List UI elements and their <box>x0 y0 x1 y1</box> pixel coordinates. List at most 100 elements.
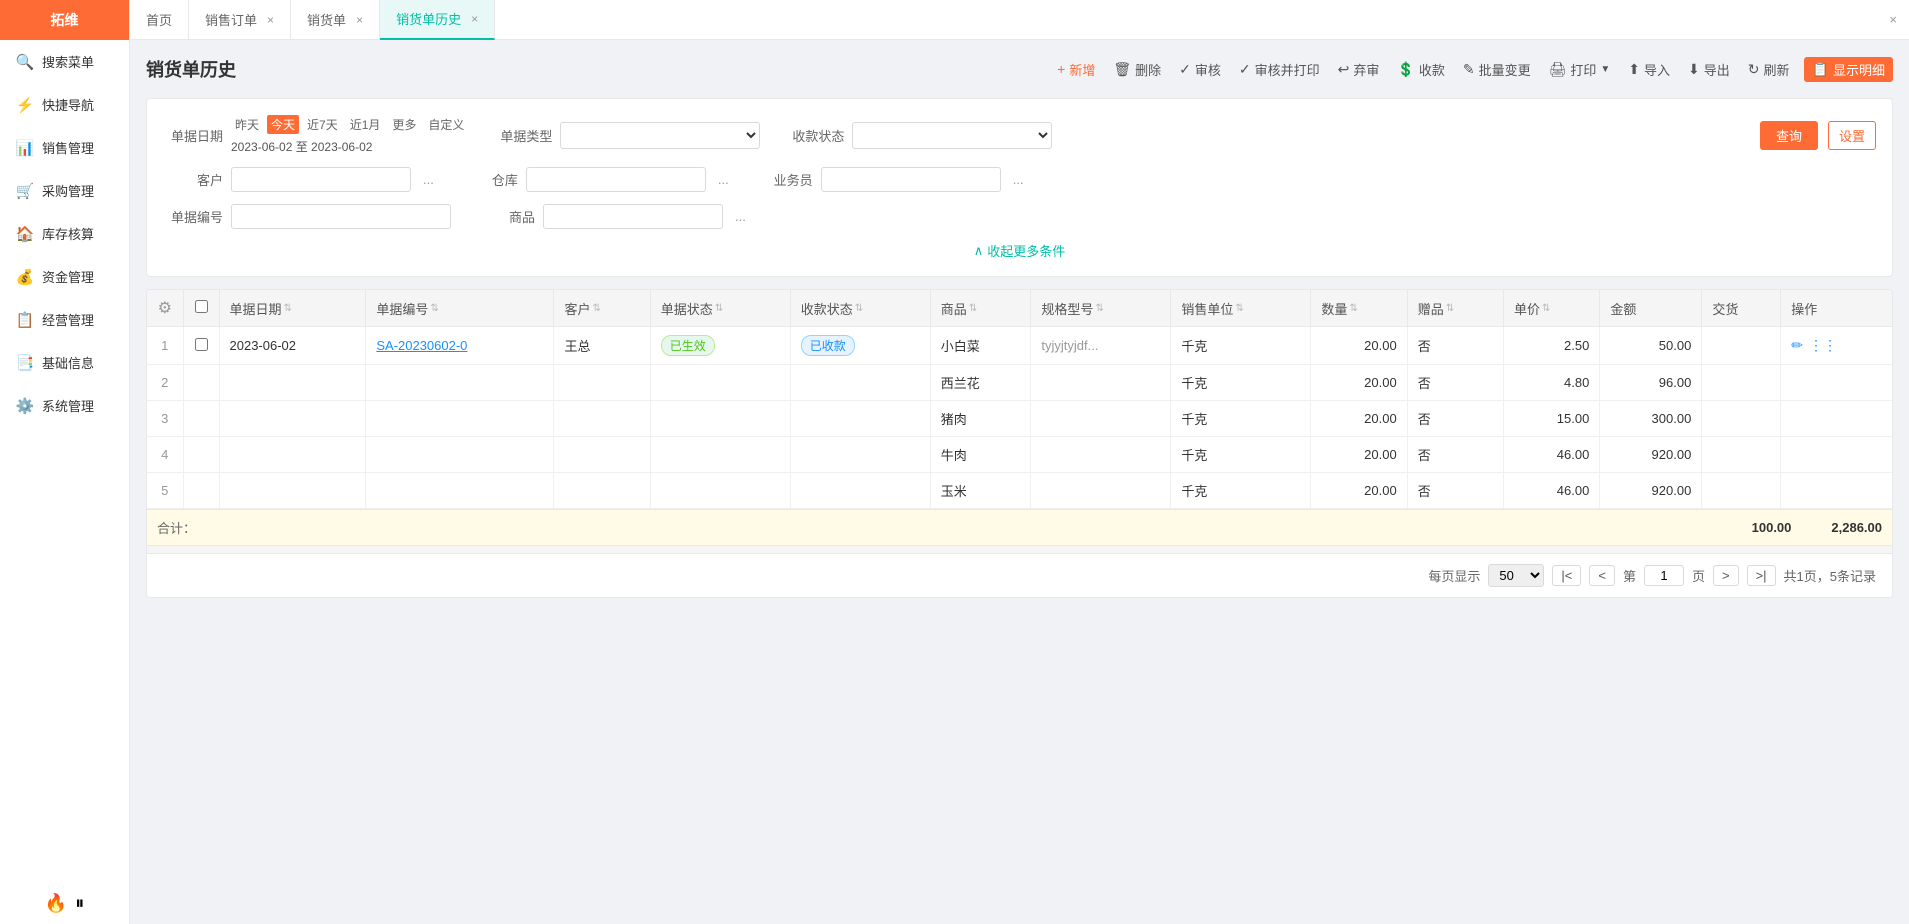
th-doc-no[interactable]: 单据编号 ⇅ <box>366 290 554 327</box>
export-icon: ⬇ <box>1688 61 1700 78</box>
salesperson-input[interactable] <box>821 167 1001 192</box>
gift-sort[interactable]: 赠品 ⇅ <box>1418 299 1493 318</box>
export-button[interactable]: ⬇ 导出 <box>1684 58 1734 81</box>
salesperson-label: 业务员 <box>753 170 813 189</box>
th-customer-label: 客户 <box>564 299 590 318</box>
sidebar-item-fund-mgmt[interactable]: 💰 资金管理 <box>0 255 129 298</box>
receipt-button[interactable]: 💲 收款 <box>1393 58 1448 81</box>
select-all-checkbox[interactable] <box>195 300 208 313</box>
query-button[interactable]: 查询 <box>1760 121 1818 150</box>
tab-sales-order[interactable]: 销售订单 × <box>189 0 291 40</box>
date-sort[interactable]: 单据日期 ⇅ <box>230 299 356 318</box>
row-1-select-checkbox[interactable] <box>195 338 208 351</box>
filter-receipt-status: 收款状态 <box>784 122 1052 149</box>
doc-no-sort[interactable]: 单据编号 ⇅ <box>376 299 543 318</box>
tab-sales-history-close[interactable]: × <box>471 12 478 26</box>
sidebar-item-sys-mgmt[interactable]: ⚙️ 系统管理 <box>0 384 129 427</box>
salesperson-dots[interactable]: ... <box>1013 172 1024 187</box>
sidebar-bottom-pause-icon[interactable]: ⏸ <box>75 893 84 914</box>
receipt-status-sort[interactable]: 收款状态 ⇅ <box>801 299 920 318</box>
date-range-display: 2023-06-02 至 2023-06-02 <box>231 138 468 155</box>
sidebar-item-purchase-mgmt[interactable]: 🛒 采购管理 <box>0 169 129 212</box>
th-gift[interactable]: 赠品 ⇅ <box>1407 290 1503 327</box>
pagination-last[interactable]: >| <box>1747 565 1776 586</box>
tab-sales-history[interactable]: 销货单历史 × <box>380 0 495 40</box>
row-1-edit-icon[interactable]: ✏ <box>1791 337 1803 354</box>
goods-sort[interactable]: 商品 ⇅ <box>941 299 1021 318</box>
unit-sort[interactable]: 销售单位 ⇅ <box>1181 299 1300 318</box>
batch-change-button[interactable]: ✎ 批量变更 <box>1459 58 1535 81</box>
th-goods[interactable]: 商品 ⇅ <box>930 290 1031 327</box>
gear-icon[interactable]: ⚙ <box>158 300 172 317</box>
sidebar-item-quick-nav[interactable]: ⚡ 快捷导航 <box>0 83 129 126</box>
collapse-button[interactable]: ∧ 收起更多条件 <box>974 241 1066 260</box>
customer-sort[interactable]: 客户 ⇅ <box>564 299 639 318</box>
sidebar-item-biz-mgmt[interactable]: 📋 经营管理 <box>0 298 129 341</box>
review-print-button[interactable]: ✓ 审核并打印 <box>1235 58 1324 81</box>
date-today[interactable]: 今天 <box>267 115 299 134</box>
print-button[interactable]: 🖨 打印 ▼ <box>1545 58 1615 81</box>
sidebar: 拓维 🔍 搜索菜单 ⚡ 快捷导航 📊 销售管理 🛒 采购管理 🏠 库存核算 💰 … <box>0 0 130 924</box>
pagination-next[interactable]: > <box>1713 565 1739 586</box>
tab-home[interactable]: 首页 <box>130 0 189 40</box>
th-unit[interactable]: 销售单位 ⇅ <box>1171 290 1311 327</box>
spec-sort[interactable]: 规格型号 ⇅ <box>1041 299 1160 318</box>
row-5-amount: 920.00 <box>1600 473 1702 509</box>
tab-bar-close-all[interactable]: × <box>1889 12 1897 27</box>
th-receipt-status[interactable]: 收款状态 ⇅ <box>790 290 930 327</box>
goods-dots[interactable]: ... <box>735 209 746 224</box>
sidebar-bottom-fire-icon[interactable]: 🔥 <box>45 893 67 914</box>
qty-sort[interactable]: 数量 ⇅ <box>1321 299 1396 318</box>
setting-button[interactable]: 设置 <box>1828 121 1876 150</box>
row-1-doc-no-link[interactable]: SA-20230602-0 <box>376 338 467 353</box>
date-quick-row: 昨天 今天 近7天 近1月 更多 自定义 <box>231 115 468 134</box>
th-spec[interactable]: 规格型号 ⇅ <box>1031 290 1171 327</box>
date-yesterday[interactable]: 昨天 <box>231 115 263 134</box>
sidebar-item-basic-info[interactable]: 📑 基础信息 <box>0 341 129 384</box>
sidebar-item-inventory-calc[interactable]: 🏠 库存核算 <box>0 212 129 255</box>
batch-change-icon: ✎ <box>1463 61 1475 78</box>
th-price[interactable]: 单价 ⇅ <box>1504 290 1600 327</box>
add-button[interactable]: + 新增 <box>1053 58 1099 81</box>
refresh-button[interactable]: ↻ 刷新 <box>1744 58 1794 81</box>
tab-sales-goods-close[interactable]: × <box>356 13 363 27</box>
pagination-first[interactable]: |< <box>1552 565 1581 586</box>
date-7days[interactable]: 近7天 <box>303 115 342 134</box>
th-checkbox[interactable] <box>183 290 219 327</box>
page-input[interactable] <box>1644 565 1684 586</box>
customer-input[interactable] <box>231 167 411 192</box>
warehouse-dots[interactable]: ... <box>718 172 729 187</box>
sidebar-item-search-menu[interactable]: 🔍 搜索菜单 <box>0 40 129 83</box>
abandon-button[interactable]: ↩ 弃审 <box>1334 58 1384 81</box>
table-scrollbar[interactable] <box>147 545 1892 553</box>
tab-sales-order-close[interactable]: × <box>267 13 274 27</box>
pagination-prev[interactable]: < <box>1589 565 1615 586</box>
show-detail-icon: 📋 <box>1812 61 1829 78</box>
per-page-select[interactable]: 50 100 200 <box>1488 564 1544 587</box>
customer-dots[interactable]: ... <box>423 172 434 187</box>
th-customer[interactable]: 客户 ⇅ <box>554 290 650 327</box>
row-1-checkbox[interactable] <box>183 327 219 365</box>
th-gear[interactable]: ⚙ <box>147 290 183 327</box>
receipt-status-select[interactable] <box>852 122 1052 149</box>
date-custom[interactable]: 自定义 <box>424 115 468 134</box>
import-button[interactable]: ⬆ 导入 <box>1624 58 1674 81</box>
date-1month[interactable]: 近1月 <box>346 115 385 134</box>
price-sort[interactable]: 单价 ⇅ <box>1514 299 1589 318</box>
warehouse-input[interactable] <box>526 167 706 192</box>
delete-button[interactable]: 🗑 删除 <box>1109 58 1165 81</box>
th-doc-status[interactable]: 单据状态 ⇅ <box>650 290 790 327</box>
show-detail-button[interactable]: 📋 显示明细 <box>1804 57 1893 82</box>
sidebar-item-sales-mgmt[interactable]: 📊 销售管理 <box>0 126 129 169</box>
review-button[interactable]: ✓ 审核 <box>1175 58 1225 81</box>
doc-no-input[interactable] <box>231 204 451 229</box>
date-more[interactable]: 更多 <box>388 115 420 134</box>
goods-input[interactable] <box>543 204 723 229</box>
doc-type-select[interactable] <box>560 122 760 149</box>
tab-sales-goods[interactable]: 销货单 × <box>291 0 380 40</box>
row-1-doc-no[interactable]: SA-20230602-0 <box>366 327 554 365</box>
doc-status-sort[interactable]: 单据状态 ⇅ <box>661 299 780 318</box>
row-1-more-icon[interactable]: ⋮⋮ <box>1809 337 1837 354</box>
th-qty[interactable]: 数量 ⇅ <box>1311 290 1407 327</box>
th-date[interactable]: 单据日期 ⇅ <box>219 290 366 327</box>
